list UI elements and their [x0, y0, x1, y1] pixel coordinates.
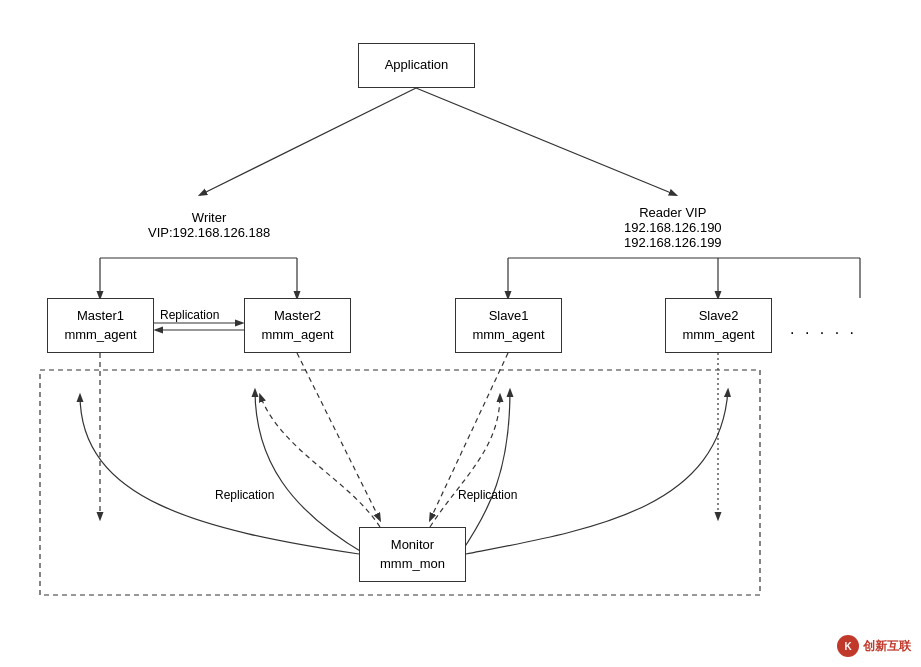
master1-label: Master1mmm_agent — [64, 307, 136, 343]
more-nodes-dots: . . . . . — [790, 320, 857, 338]
master2-node: Master2mmm_agent — [244, 298, 351, 353]
master2-label: Master2mmm_agent — [261, 307, 333, 343]
slave1-label: Slave1mmm_agent — [472, 307, 544, 343]
svg-line-1 — [416, 88, 676, 195]
replication-label-left: Replication — [215, 488, 274, 502]
slave1-node: Slave1mmm_agent — [455, 298, 562, 353]
replication-label-right: Replication — [458, 488, 517, 502]
application-node: Application — [358, 43, 475, 88]
watermark-icon: K — [837, 635, 859, 657]
master1-node: Master1mmm_agent — [47, 298, 154, 353]
monitor-label: Monitormmm_mon — [380, 536, 445, 572]
replication-label-master: Replication — [160, 308, 219, 322]
reader-vip-label: Reader VIP 192.168.126.190 192.168.126.1… — [624, 205, 722, 250]
monitor-node: Monitormmm_mon — [359, 527, 466, 582]
watermark: K 创新互联 — [837, 635, 911, 657]
slave2-node: Slave2mmm_agent — [665, 298, 772, 353]
application-label: Application — [385, 56, 449, 74]
svg-line-0 — [200, 88, 416, 195]
watermark-text: 创新互联 — [863, 638, 911, 655]
svg-line-13 — [297, 353, 380, 520]
slave2-label: Slave2mmm_agent — [682, 307, 754, 343]
writer-vip-label: Writer VIP:192.168.126.188 — [148, 210, 270, 240]
